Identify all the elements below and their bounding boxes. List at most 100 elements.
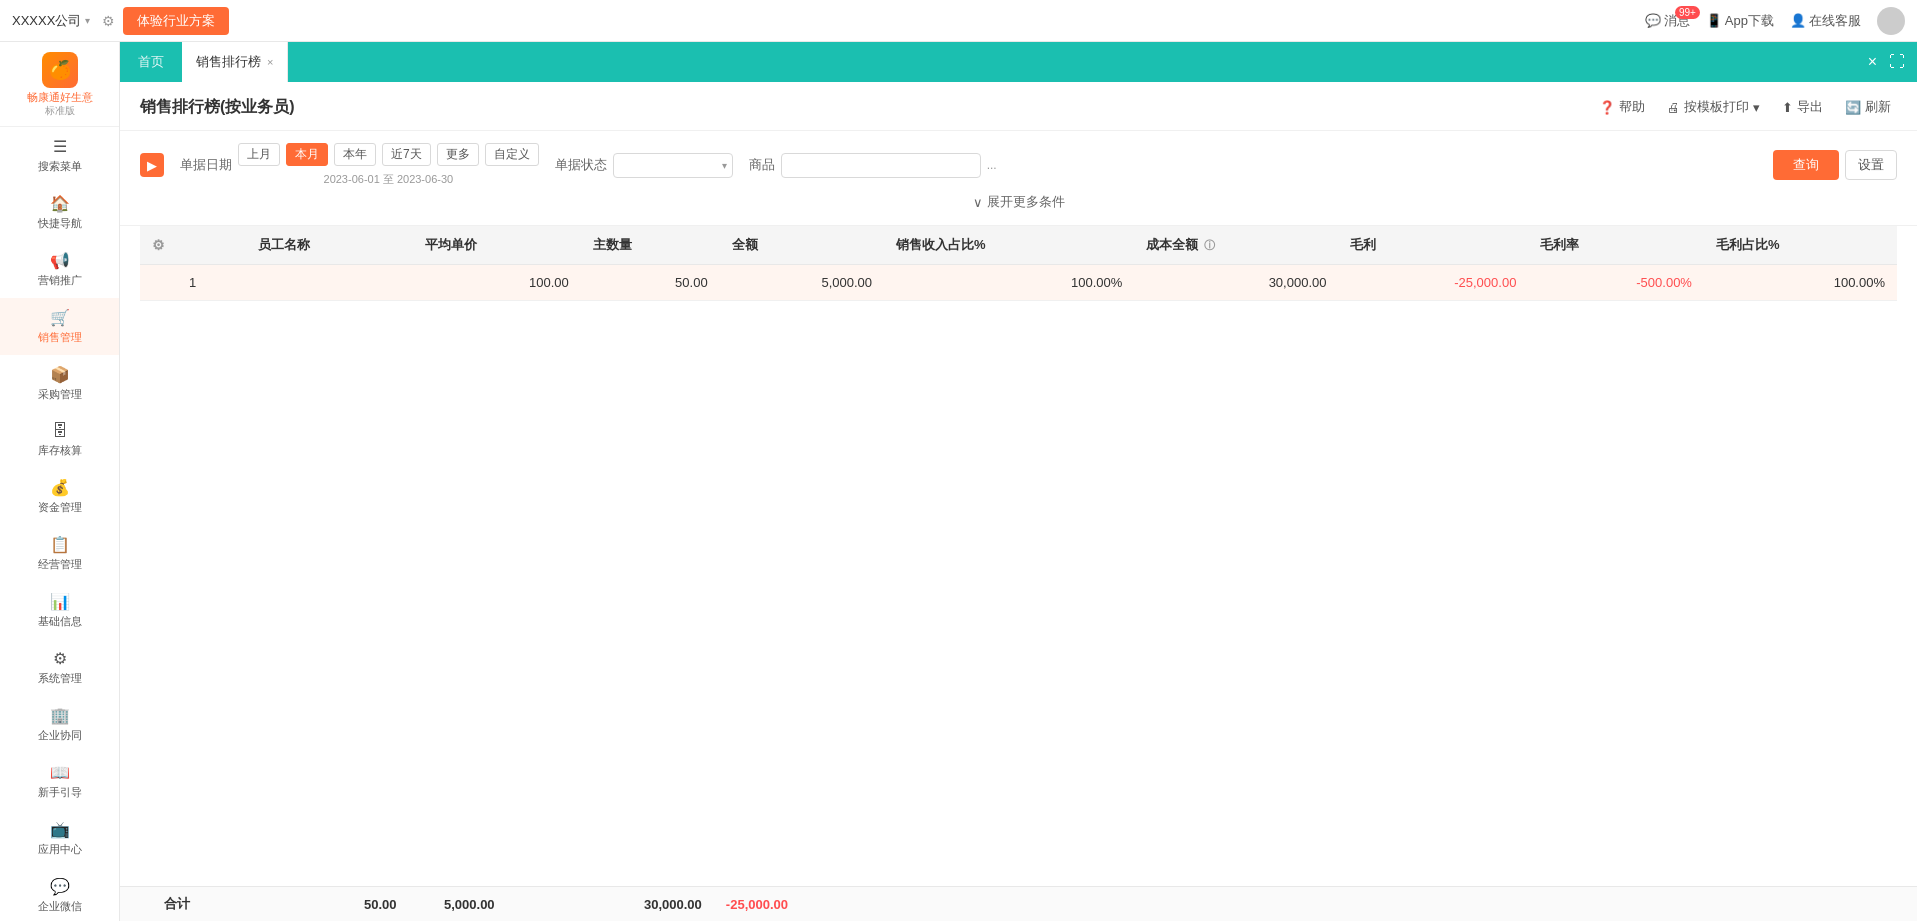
footer-amount: 5,000.00 (432, 897, 512, 912)
status-select-wrap: ▾ (613, 153, 733, 178)
trial-button[interactable]: 体验行业方案 (123, 7, 229, 35)
system-icon: ⚙ (53, 649, 67, 668)
sidebar-item-guide[interactable]: 📖 新手引导 (0, 753, 119, 810)
service-icon: 👤 (1790, 13, 1806, 28)
expand-more-bar[interactable]: ∨ 展开更多条件 (140, 187, 1897, 213)
tab-home-label: 首页 (138, 53, 164, 71)
tab-sales-ranking[interactable]: 销售排行榜 × (182, 42, 288, 82)
wechat-icon: 💬 (50, 877, 70, 896)
sidebar-label-finance: 资金管理 (38, 500, 82, 515)
sidebar-item-inventory[interactable]: 🗄 库存核算 (0, 412, 119, 468)
cell-amount: 5,000.00 (720, 265, 884, 301)
table-row: 1 100.00 50.00 5,000.00 100.00% 30,000.0… (140, 265, 1897, 301)
col-gross-pct: 毛利占比% (1704, 226, 1897, 265)
company-chevron-icon: ▾ (85, 15, 90, 26)
date-btn-more[interactable]: 更多 (437, 143, 479, 166)
col-gross: 毛利 (1338, 226, 1528, 265)
tab-home[interactable]: 首页 (120, 42, 182, 82)
sidebar-item-search[interactable]: ☰ 搜索菜单 (0, 127, 119, 184)
page-header-actions: ❓ 帮助 🖨 按模板打印 ▾ ⬆ 导出 🔄 刷新 (1593, 94, 1897, 120)
purchase-icon: 📦 (50, 365, 70, 384)
cell-avg-price: 100.00 (413, 265, 580, 301)
tab-close-icon[interactable]: × (267, 56, 273, 68)
logo-tag: 标准版 (45, 104, 75, 118)
search-menu-icon: ☰ (53, 137, 67, 156)
expand-chevron-icon: ∨ (973, 195, 983, 210)
sidebar-item-operations[interactable]: 📋 经营管理 (0, 525, 119, 582)
sidebar-item-wechat[interactable]: 💬 企业微信 (0, 867, 119, 921)
appcenter-icon: 📺 (50, 820, 70, 839)
filter-actions: 查询 设置 (1773, 150, 1897, 180)
cell-sales-pct: 100.00% (884, 265, 1134, 301)
online-service-btn[interactable]: 👤 在线客服 (1790, 12, 1861, 30)
table-settings-icon[interactable]: ⚙ (152, 237, 165, 253)
query-btn[interactable]: 查询 (1773, 150, 1839, 180)
notification-badge: 99+ (1675, 6, 1700, 19)
cell-name (246, 265, 413, 301)
footer-gross: -25,000.00 (714, 897, 800, 912)
export-btn[interactable]: ⬆ 导出 (1776, 94, 1829, 120)
sidebar-label-purchase: 采购管理 (38, 387, 82, 402)
tab-minimize-btn[interactable]: × (1864, 49, 1881, 75)
sidebar-item-marketing[interactable]: 📢 营销推广 (0, 241, 119, 298)
tab-right-actions: × ⛶ (1864, 49, 1917, 75)
refresh-icon: 🔄 (1845, 100, 1861, 115)
col-gross-rate: 毛利率 (1528, 226, 1704, 265)
cell-rank: 1 (177, 265, 246, 301)
avatar[interactable] (1877, 7, 1905, 35)
settings-icon[interactable]: ⚙ (102, 13, 115, 29)
guide-icon: 📖 (50, 763, 70, 782)
company-selector[interactable]: XXXXX公司 ▾ (12, 12, 90, 30)
refresh-btn[interactable]: 🔄 刷新 (1839, 94, 1897, 120)
main-layout: 🍊 畅康通好生意 标准版 ☰ 搜索菜单 🏠 快捷导航 📢 营销推广 🛒 销售管理… (0, 42, 1917, 921)
inventory-icon: 🗄 (52, 422, 68, 440)
table-header-row: ⚙ 员工名称 平均单价 主数量 全额 销售收入占比% 成本全额 ⓘ (140, 226, 1897, 265)
cost-info-icon[interactable]: ⓘ (1204, 239, 1215, 251)
top-bar: XXXXX公司 ▾ ⚙ 体验行业方案 💬 消息 99+ 📱 App下载 👤 在线… (0, 0, 1917, 42)
marketing-icon: 📢 (50, 251, 70, 270)
help-icon: ❓ (1599, 100, 1615, 115)
collapse-icon: ▶ (147, 158, 157, 173)
col-name: 员工名称 (246, 226, 413, 265)
status-label: 单据状态 (555, 156, 607, 174)
sidebar-item-system[interactable]: ⚙ 系统管理 (0, 639, 119, 696)
sales-icon: 🛒 (50, 308, 70, 327)
goods-label: 商品 (749, 156, 775, 174)
filter-collapse-btn[interactable]: ▶ (140, 153, 164, 177)
sidebar-label-inventory: 库存核算 (38, 443, 82, 458)
data-table: ⚙ 员工名称 平均单价 主数量 全额 销售收入占比% 成本全额 ⓘ (140, 226, 1897, 301)
col-rank (177, 226, 246, 265)
print-btn[interactable]: 🖨 按模板打印 ▾ (1661, 94, 1766, 120)
export-icon: ⬆ (1782, 100, 1793, 115)
cell-gross: -25,000.00 (1338, 265, 1528, 301)
sidebar-item-purchase[interactable]: 📦 采购管理 (0, 355, 119, 412)
help-btn[interactable]: ❓ 帮助 (1593, 94, 1651, 120)
date-btn-week[interactable]: 近7天 (382, 143, 431, 166)
date-btn-custom[interactable]: 自定义 (485, 143, 539, 166)
sidebar-label-sales: 销售管理 (38, 330, 82, 345)
date-btn-current[interactable]: 本月 (286, 143, 328, 166)
sidebar-item-basics[interactable]: 📊 基础信息 (0, 582, 119, 639)
sidebar-item-appcenter[interactable]: 📺 应用中心 (0, 810, 119, 867)
date-range-value: 2023-06-01 至 2023-06-30 (324, 172, 454, 187)
status-select[interactable] (613, 153, 733, 178)
filter-more-icon[interactable]: ... (987, 158, 997, 172)
sidebar-item-shortcut[interactable]: 🏠 快捷导航 (0, 184, 119, 241)
basics-icon: 📊 (50, 592, 70, 611)
print-chevron-icon: ▾ (1753, 100, 1760, 115)
sidebar-label-appcenter: 应用中心 (38, 842, 82, 857)
sidebar-logo: 🍊 畅康通好生意 标准版 (0, 42, 119, 127)
footer-label: 合计 (152, 895, 232, 913)
tab-maximize-btn[interactable]: ⛶ (1885, 49, 1909, 75)
app-download-btn[interactable]: 📱 App下载 (1706, 12, 1774, 30)
app-icon: 📱 (1706, 13, 1722, 28)
operations-icon: 📋 (50, 535, 70, 554)
sidebar-item-sales[interactable]: 🛒 销售管理 (0, 298, 119, 355)
goods-input[interactable] (781, 153, 981, 178)
settings-btn[interactable]: 设置 (1845, 150, 1897, 180)
date-btn-last[interactable]: 上月 (238, 143, 280, 166)
notification-btn[interactable]: 💬 消息 99+ (1645, 12, 1690, 30)
date-btn-year[interactable]: 本年 (334, 143, 376, 166)
sidebar-item-enterprise[interactable]: 🏢 企业协同 (0, 696, 119, 753)
sidebar-item-finance[interactable]: 💰 资金管理 (0, 468, 119, 525)
